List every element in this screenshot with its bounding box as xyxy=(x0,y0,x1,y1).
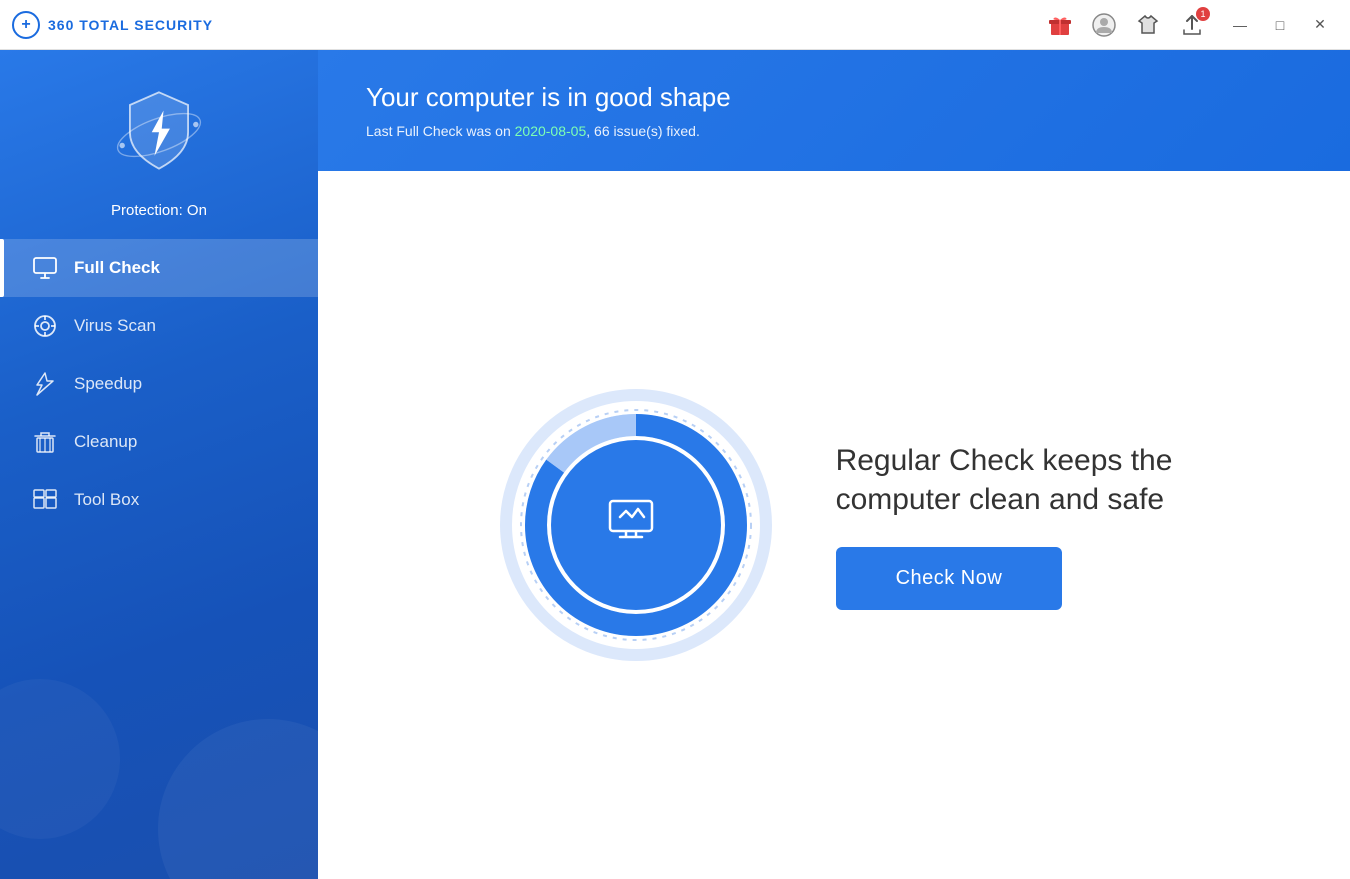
sidebar: Protection: On Full Check xyxy=(0,50,318,879)
content-area: Your computer is in good shape Last Full… xyxy=(318,50,1350,879)
header-title: Your computer is in good shape xyxy=(366,82,1302,113)
titlebar-right: 1 — □ ✕ xyxy=(1046,10,1338,40)
tool-box-label: Tool Box xyxy=(74,490,139,510)
subtitle-prefix: Last Full Check was on xyxy=(366,123,515,139)
cleanup-label: Cleanup xyxy=(74,432,137,452)
check-date: 2020-08-05 xyxy=(515,123,587,139)
sidebar-item-tool-box[interactable]: Tool Box xyxy=(0,471,318,529)
sidebar-item-virus-scan[interactable]: Virus Scan xyxy=(0,297,318,355)
full-check-label: Full Check xyxy=(74,258,160,278)
logo-symbol: + xyxy=(21,16,30,34)
sidebar-item-full-check[interactable]: Full Check xyxy=(0,239,318,297)
sidebar-item-cleanup[interactable]: Cleanup xyxy=(0,413,318,471)
speedup-label: Speedup xyxy=(74,374,142,394)
content-header: Your computer is in good shape Last Full… xyxy=(318,50,1350,171)
win-controls: — □ ✕ xyxy=(1222,10,1338,40)
shield-icon xyxy=(109,85,209,185)
titlebar: + 360 TOTAL SECURITY xyxy=(0,0,1350,50)
right-panel: Regular Check keeps the computer clean a… xyxy=(836,441,1173,610)
sidebar-top: Protection: On xyxy=(0,50,318,239)
main-layout: Protection: On Full Check xyxy=(0,50,1350,879)
tagline-line1: Regular Check keeps the xyxy=(836,444,1173,477)
sidebar-item-speedup[interactable]: Speedup xyxy=(0,355,318,413)
shield-icon-wrap xyxy=(104,80,214,190)
maximize-button[interactable]: □ xyxy=(1262,10,1298,40)
titlebar-left: + 360 TOTAL SECURITY xyxy=(12,11,213,39)
protection-label: Protection: On xyxy=(111,202,207,219)
monitor-center-icon xyxy=(608,499,664,551)
content-body: Regular Check keeps the computer clean a… xyxy=(318,171,1350,879)
subtitle-suffix: , 66 issue(s) fixed. xyxy=(586,123,700,139)
shirt-icon[interactable] xyxy=(1134,11,1162,39)
speedup-icon xyxy=(32,371,58,397)
upload-badge: 1 xyxy=(1196,7,1210,21)
header-subtitle: Last Full Check was on 2020-08-05, 66 is… xyxy=(366,123,1302,139)
check-tagline: Regular Check keeps the computer clean a… xyxy=(836,441,1173,519)
profile-icon[interactable] xyxy=(1090,11,1118,39)
cleanup-icon xyxy=(32,429,58,455)
check-now-button[interactable]: Check Now xyxy=(836,547,1063,610)
gift-icon[interactable] xyxy=(1046,11,1074,39)
donut-center xyxy=(551,440,721,610)
close-button[interactable]: ✕ xyxy=(1302,10,1338,40)
donut-chart xyxy=(496,385,776,665)
app-logo: + xyxy=(12,11,40,39)
tagline-line2: computer clean and safe xyxy=(836,483,1165,516)
app-title: 360 TOTAL SECURITY xyxy=(48,17,213,33)
upload-icon[interactable]: 1 xyxy=(1178,11,1206,39)
minimize-button[interactable]: — xyxy=(1222,10,1258,40)
virus-scan-label: Virus Scan xyxy=(74,316,156,336)
monitor-nav-icon xyxy=(32,255,58,281)
virus-scan-icon xyxy=(32,313,58,339)
toolbox-icon xyxy=(32,487,58,513)
